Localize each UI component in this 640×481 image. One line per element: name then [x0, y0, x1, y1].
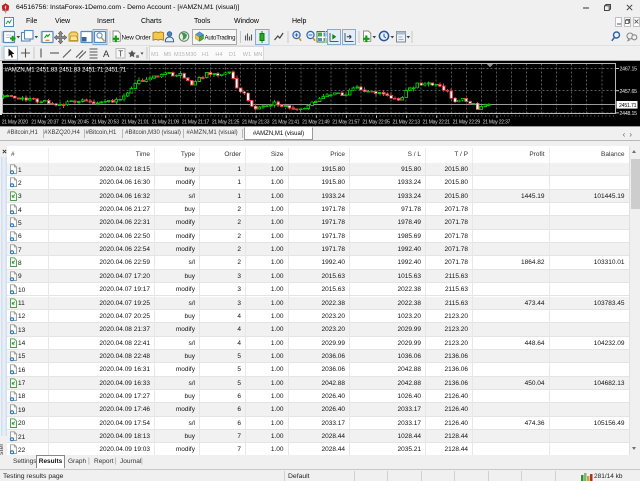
svg-text:M1: M1 [151, 52, 159, 58]
svg-text:A: A [103, 49, 110, 60]
svg-text:T: T [118, 50, 123, 59]
svg-text:H1: H1 [202, 52, 209, 58]
svg-text:2448.15: 2448.15 [620, 111, 638, 117]
svg-text:2467.15: 2467.15 [620, 67, 638, 73]
svg-text:M5: M5 [164, 52, 172, 58]
svg-text:D1: D1 [229, 52, 236, 58]
svg-text:M15: M15 [174, 52, 185, 58]
svg-text:2451.71: 2451.71 [619, 103, 637, 109]
svg-text:W1: W1 [243, 52, 251, 58]
svg-text:MN: MN [254, 52, 263, 58]
svg-text:2457.65: 2457.65 [620, 89, 638, 95]
svg-text:M30: M30 [186, 52, 197, 58]
svg-text:New Order: New Order [122, 35, 151, 42]
svg-text:H4: H4 [215, 52, 222, 58]
svg-text:AutoTrading: AutoTrading [205, 34, 236, 41]
